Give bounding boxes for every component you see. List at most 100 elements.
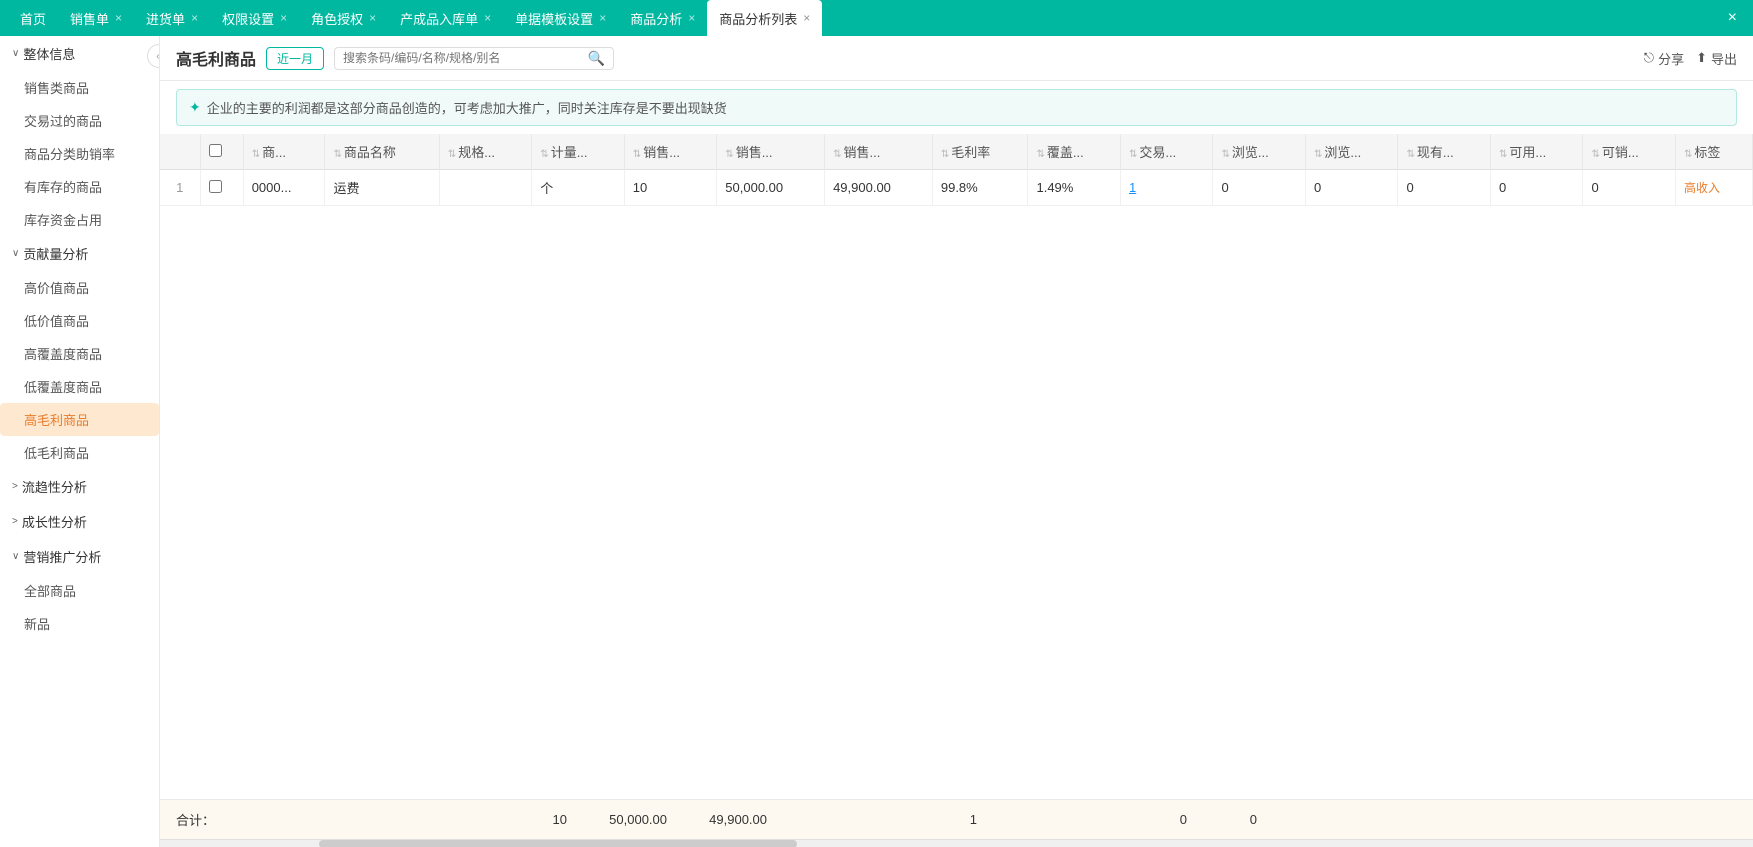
sidebar-item-0-1[interactable]: 交易过的商品 — [0, 104, 159, 137]
sort-icon: ⇅ — [1499, 149, 1507, 160]
col-label: 销售... — [736, 145, 773, 160]
sidebar-item-4-1[interactable]: 新品 — [0, 607, 159, 640]
sidebar-group-arrow: ∨ — [12, 551, 19, 562]
data-table: ⇅商...⇅商品名称⇅规格...⇅计量...⇅销售...⇅销售...⇅销售...… — [160, 134, 1753, 206]
page-title: 高毛利商品 — [176, 46, 256, 70]
nav-item-5[interactable]: 产成品入库单× — [388, 0, 503, 36]
nav-item-7[interactable]: 商品分析× — [618, 0, 707, 36]
sidebar-item-0-3[interactable]: 有库存的商品 — [0, 170, 159, 203]
sidebar-item-0-2[interactable]: 商品分类助销率 — [0, 137, 159, 170]
nav-close-icon[interactable]: × — [599, 11, 606, 25]
horizontal-scrollbar[interactable] — [160, 839, 1753, 847]
col-label: 可用... — [1509, 145, 1546, 160]
col-label: 浏览... — [1232, 145, 1269, 160]
nav-item-8[interactable]: 商品分析列表× — [707, 0, 822, 36]
export-button[interactable]: ⬆ 导出 — [1696, 49, 1737, 68]
row-available: 0 — [1490, 170, 1583, 206]
share-button[interactable]: ⎋ 分享 — [1644, 49, 1684, 68]
nav-item-4[interactable]: 角色授权× — [299, 0, 388, 36]
transaction-link[interactable]: 1 — [1129, 180, 1136, 195]
filter-month-button[interactable]: 近一月 — [266, 47, 324, 70]
sidebar-group-2[interactable]: >流趋性分析 — [0, 469, 159, 504]
footer-current-stock: 0 — [1125, 812, 1195, 827]
nav-item-0[interactable]: 首页 — [8, 0, 58, 36]
nav-item-3[interactable]: 权限设置× — [210, 0, 299, 36]
nav-close-icon[interactable]: × — [369, 11, 376, 25]
nav-close-icon[interactable]: × — [191, 11, 198, 25]
sidebar-item-4-0[interactable]: 全部商品 — [0, 574, 159, 607]
col-header-3[interactable]: ⇅商品名称 — [325, 134, 439, 170]
nav-close-icon[interactable]: × — [803, 11, 810, 25]
sidebar-item-1-0[interactable]: 高价值商品 — [0, 271, 159, 304]
sidebar-item-1-5[interactable]: 低毛利商品 — [0, 436, 159, 469]
tag-label: 高收入 — [1684, 181, 1720, 195]
col-header-4[interactable]: ⇅规格... — [439, 134, 532, 170]
col-header-5[interactable]: ⇅计量... — [532, 134, 625, 170]
col-header-15[interactable]: ⇅可用... — [1490, 134, 1583, 170]
col-label: 商... — [262, 145, 286, 160]
col-label: 现有... — [1417, 145, 1454, 160]
nav-item-6[interactable]: 单据模板设置× — [503, 0, 618, 36]
sidebar-item-0-4[interactable]: 库存资金占用 — [0, 203, 159, 236]
row-browse1: 0 — [1213, 170, 1306, 206]
col-header-6[interactable]: ⇅销售... — [624, 134, 717, 170]
col-header-2[interactable]: ⇅商... — [243, 134, 325, 170]
row-select-checkbox[interactable] — [209, 180, 222, 193]
col-header-10[interactable]: ⇅覆盖... — [1028, 134, 1121, 170]
col-header-9[interactable]: ⇅毛利率 — [932, 134, 1028, 170]
col-header-0 — [160, 134, 200, 170]
sidebar-group-0[interactable]: ∨整体信息 — [0, 36, 159, 71]
col-header-17[interactable]: ⇅标签 — [1675, 134, 1752, 170]
window-close-button[interactable]: × — [1720, 9, 1745, 27]
share-icon: ⎋ — [1644, 50, 1654, 66]
col-label: 商品名称 — [344, 145, 396, 160]
row-sales-profit: 49,900.00 — [825, 170, 933, 206]
col-header-7[interactable]: ⇅销售... — [717, 134, 825, 170]
content-header: 高毛利商品 近一月 🔍 ⎋ 分享 ⬆ 导出 — [160, 36, 1753, 81]
sort-icon: ⇅ — [1221, 149, 1229, 160]
col-header-16[interactable]: ⇅可销... — [1583, 134, 1676, 170]
search-input[interactable] — [343, 51, 584, 65]
content-area: 高毛利商品 近一月 🔍 ⎋ 分享 ⬆ 导出 ✦ 企业的主要的利润都是这部分商品创… — [160, 36, 1753, 847]
sidebar-group-label: 成长性分析 — [22, 512, 87, 531]
sidebar-group-4[interactable]: ∨ 营销推广分析 — [0, 539, 159, 574]
col-label: 销售... — [843, 145, 880, 160]
nav-item-1[interactable]: 销售单× — [58, 0, 134, 36]
nav-close-icon[interactable]: × — [115, 11, 122, 25]
sidebar-group-1[interactable]: ∨贡献量分析 — [0, 236, 159, 271]
row-current-stock: 0 — [1398, 170, 1491, 206]
row-spec — [439, 170, 532, 206]
sort-icon: ⇅ — [333, 149, 341, 160]
nav-item-2[interactable]: 进货单× — [134, 0, 210, 36]
sidebar-group-arrow: > — [12, 516, 18, 527]
sidebar-item-1-2[interactable]: 高覆盖度商品 — [0, 337, 159, 370]
col-header-8[interactable]: ⇅销售... — [825, 134, 933, 170]
sidebar-item-0-0[interactable]: 销售类商品 — [0, 71, 159, 104]
row-sales-amount: 50,000.00 — [717, 170, 825, 206]
nav-close-icon[interactable]: × — [688, 11, 695, 25]
search-icon[interactable]: 🔍 — [588, 50, 605, 67]
sidebar-group-3[interactable]: > 成长性分析 — [0, 504, 159, 539]
sidebar-group-label: 贡献量分析 — [23, 244, 88, 263]
col-header-14[interactable]: ⇅现有... — [1398, 134, 1491, 170]
col-header-12[interactable]: ⇅浏览... — [1213, 134, 1306, 170]
sidebar-item-1-4[interactable]: 高毛利商品 — [0, 403, 159, 436]
col-header-11[interactable]: ⇅交易... — [1120, 134, 1213, 170]
sidebar-item-1-3[interactable]: 低覆盖度商品 — [0, 370, 159, 403]
sort-icon: ⇅ — [252, 149, 260, 160]
col-label: 交易... — [1139, 145, 1176, 160]
sidebar-group-label: 营销推广分析 — [23, 547, 101, 566]
row-browse2: 0 — [1305, 170, 1398, 206]
nav-close-icon[interactable]: × — [280, 11, 287, 25]
info-banner: ✦ 企业的主要的利润都是这部分商品创造的，可考虑加大推广，同时关注库存是不要出现… — [176, 89, 1737, 126]
nav-close-icon[interactable]: × — [484, 11, 491, 25]
col-header-13[interactable]: ⇅浏览... — [1305, 134, 1398, 170]
select-all-checkbox[interactable] — [209, 144, 222, 157]
sidebar-item-1-1[interactable]: 低价值商品 — [0, 304, 159, 337]
sort-icon: ⇅ — [540, 149, 548, 160]
export-icon: ⬆ — [1696, 50, 1707, 66]
sidebar: « ∨整体信息销售类商品交易过的商品商品分类助销率有库存的商品库存资金占用∨贡献… — [0, 36, 160, 847]
row-sales-qty: 10 — [624, 170, 717, 206]
footer-available: 0 — [1195, 812, 1265, 827]
search-box: 🔍 — [334, 47, 614, 70]
